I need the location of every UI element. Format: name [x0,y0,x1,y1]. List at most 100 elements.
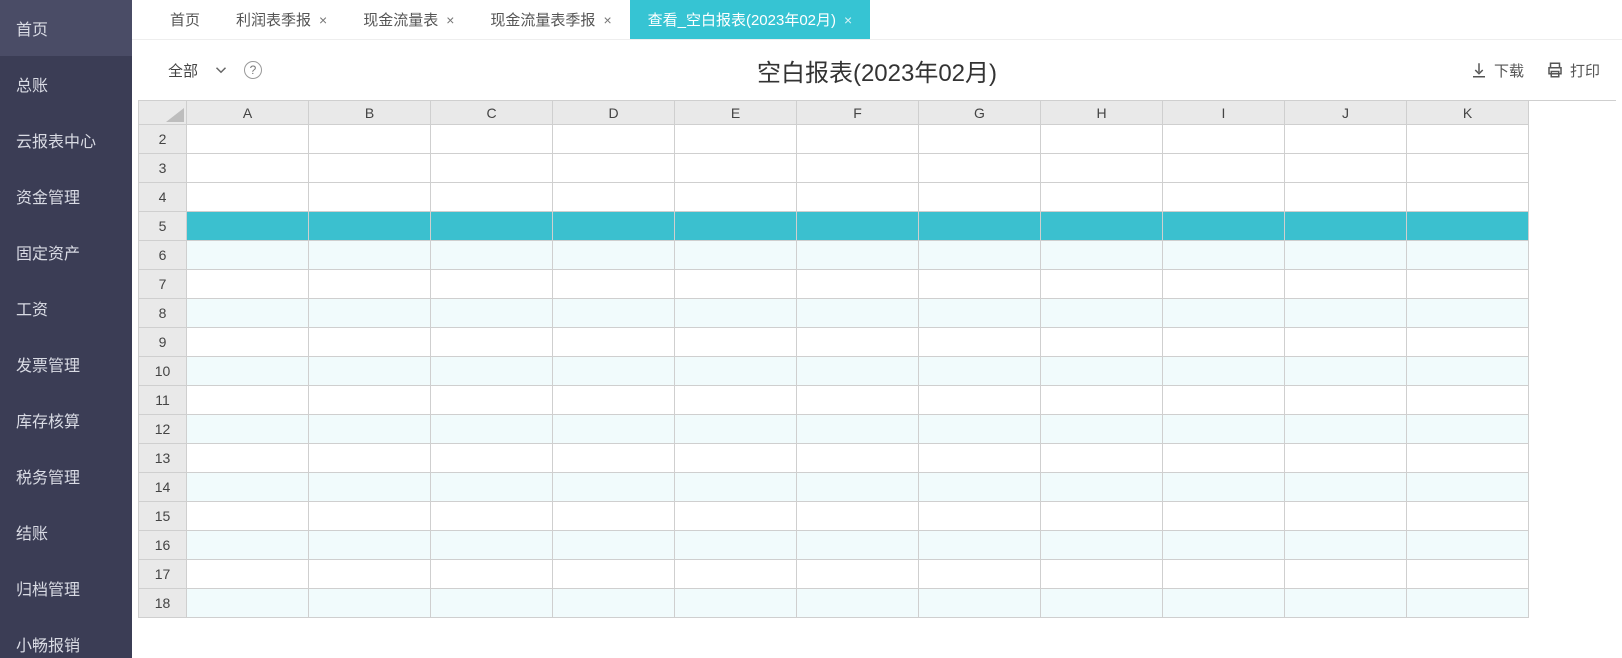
cell[interactable] [1407,212,1529,241]
filter-dropdown[interactable]: 全部 ? [168,60,262,81]
cell[interactable] [1163,299,1285,328]
cell[interactable] [919,183,1041,212]
cell[interactable] [431,299,553,328]
cell[interactable] [431,589,553,618]
cell[interactable] [553,212,675,241]
cell[interactable] [187,299,309,328]
cell[interactable] [431,531,553,560]
cell[interactable] [1285,473,1407,502]
cell[interactable] [1041,270,1163,299]
cell[interactable] [1163,154,1285,183]
close-icon[interactable]: × [844,12,852,28]
cell[interactable] [1407,415,1529,444]
sidebar-item[interactable]: 云报表中心 [0,112,132,168]
cell[interactable] [797,473,919,502]
cell[interactable] [797,357,919,386]
cell[interactable] [187,270,309,299]
cell[interactable] [187,473,309,502]
cell[interactable] [675,560,797,589]
cell[interactable] [553,299,675,328]
cell[interactable] [431,270,553,299]
column-header[interactable]: K [1407,101,1529,125]
cell[interactable] [309,328,431,357]
cell[interactable] [1041,183,1163,212]
tab[interactable]: 现金流量表× [345,0,472,39]
cell[interactable] [797,125,919,154]
cell[interactable] [1041,241,1163,270]
sidebar-item[interactable]: 税务管理 [0,448,132,504]
cell[interactable] [797,299,919,328]
cell[interactable] [1285,531,1407,560]
cell[interactable] [1163,241,1285,270]
row-header[interactable]: 14 [139,473,187,502]
cell[interactable] [1285,386,1407,415]
cell[interactable] [919,386,1041,415]
cell[interactable] [1163,560,1285,589]
cell[interactable] [431,212,553,241]
cell[interactable] [675,357,797,386]
download-button[interactable]: 下载 [1470,60,1524,81]
cell[interactable] [797,415,919,444]
cell[interactable] [919,154,1041,183]
close-icon[interactable]: × [319,12,327,28]
cell[interactable] [187,589,309,618]
cell[interactable] [309,270,431,299]
cell[interactable] [1407,299,1529,328]
cell[interactable] [553,531,675,560]
cell[interactable] [675,444,797,473]
cell[interactable] [675,270,797,299]
row-header[interactable]: 4 [139,183,187,212]
row-header[interactable]: 13 [139,444,187,473]
sidebar-item[interactable]: 结账 [0,504,132,560]
cell[interactable] [1285,241,1407,270]
cell[interactable] [1407,473,1529,502]
cell[interactable] [431,328,553,357]
close-icon[interactable]: × [446,12,454,28]
cell[interactable] [675,241,797,270]
cell[interactable] [1407,531,1529,560]
cell[interactable] [919,241,1041,270]
cell[interactable] [675,154,797,183]
cell[interactable] [553,241,675,270]
cell[interactable] [1407,328,1529,357]
cell[interactable] [919,531,1041,560]
cell[interactable] [1285,299,1407,328]
cell[interactable] [797,212,919,241]
cell[interactable] [1163,386,1285,415]
cell[interactable] [1163,415,1285,444]
cell[interactable] [1163,328,1285,357]
cell[interactable] [919,589,1041,618]
cell[interactable] [1407,241,1529,270]
cell[interactable] [431,444,553,473]
cell[interactable] [797,560,919,589]
sidebar-item[interactable]: 首页 [0,0,132,56]
cell[interactable] [797,154,919,183]
cell[interactable] [1041,154,1163,183]
cell[interactable] [675,589,797,618]
cell[interactable] [187,415,309,444]
row-header[interactable]: 17 [139,560,187,589]
cell[interactable] [553,589,675,618]
sidebar-item[interactable]: 总账 [0,56,132,112]
cell[interactable] [675,183,797,212]
cell[interactable] [553,270,675,299]
cell[interactable] [675,473,797,502]
cell[interactable] [1285,589,1407,618]
cell[interactable] [1163,125,1285,154]
cell[interactable] [675,328,797,357]
cell[interactable] [919,125,1041,154]
cell[interactable] [1285,125,1407,154]
sidebar-item[interactable]: 小畅报销 [0,616,132,658]
cell[interactable] [187,328,309,357]
cell[interactable] [1041,415,1163,444]
cell[interactable] [1285,415,1407,444]
row-header[interactable]: 10 [139,357,187,386]
tab[interactable]: 现金流量表季报× [472,0,629,39]
cell[interactable] [431,560,553,589]
cell[interactable] [1041,444,1163,473]
cell[interactable] [1041,589,1163,618]
cell[interactable] [187,183,309,212]
column-header[interactable]: B [309,101,431,125]
sidebar-item[interactable]: 资金管理 [0,168,132,224]
cell[interactable] [797,328,919,357]
